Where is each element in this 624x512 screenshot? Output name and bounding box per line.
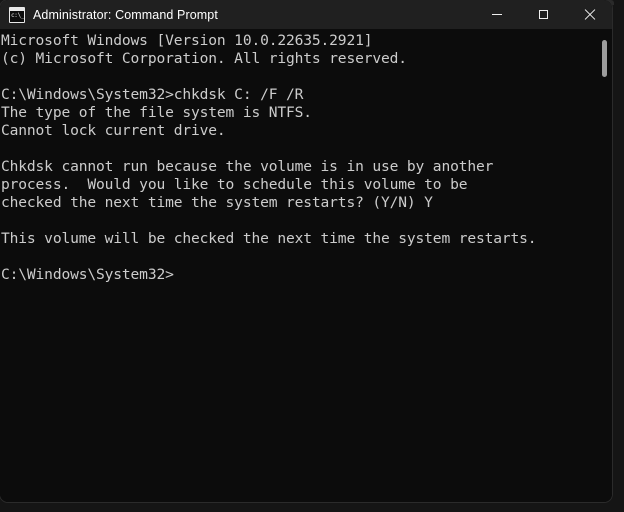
minimize-button[interactable] bbox=[474, 0, 520, 29]
terminal-output-area[interactable]: Microsoft Windows [Version 10.0.22635.29… bbox=[0, 29, 612, 502]
close-button[interactable] bbox=[566, 0, 612, 29]
minimize-icon bbox=[492, 14, 502, 15]
command-prompt-icon: c:\_ bbox=[9, 6, 25, 23]
scrollbar-thumb[interactable] bbox=[602, 40, 607, 77]
desktop-background: c:\_ Administrator: Command Prompt Micro… bbox=[0, 0, 624, 512]
maximize-button[interactable] bbox=[520, 0, 566, 29]
console-text: Microsoft Windows [Version 10.0.22635.29… bbox=[1, 32, 537, 283]
icon-prompt-glyph: c:\_ bbox=[11, 11, 25, 19]
icon-title-strip bbox=[10, 7, 24, 11]
command-prompt-window: c:\_ Administrator: Command Prompt Micro… bbox=[0, 0, 612, 502]
window-title: Administrator: Command Prompt bbox=[33, 7, 218, 22]
window-caption-buttons bbox=[474, 0, 612, 29]
close-icon bbox=[584, 9, 595, 20]
maximize-icon bbox=[538, 10, 548, 19]
terminal-scrollbar[interactable] bbox=[597, 29, 612, 502]
window-titlebar[interactable]: c:\_ Administrator: Command Prompt bbox=[0, 0, 612, 29]
